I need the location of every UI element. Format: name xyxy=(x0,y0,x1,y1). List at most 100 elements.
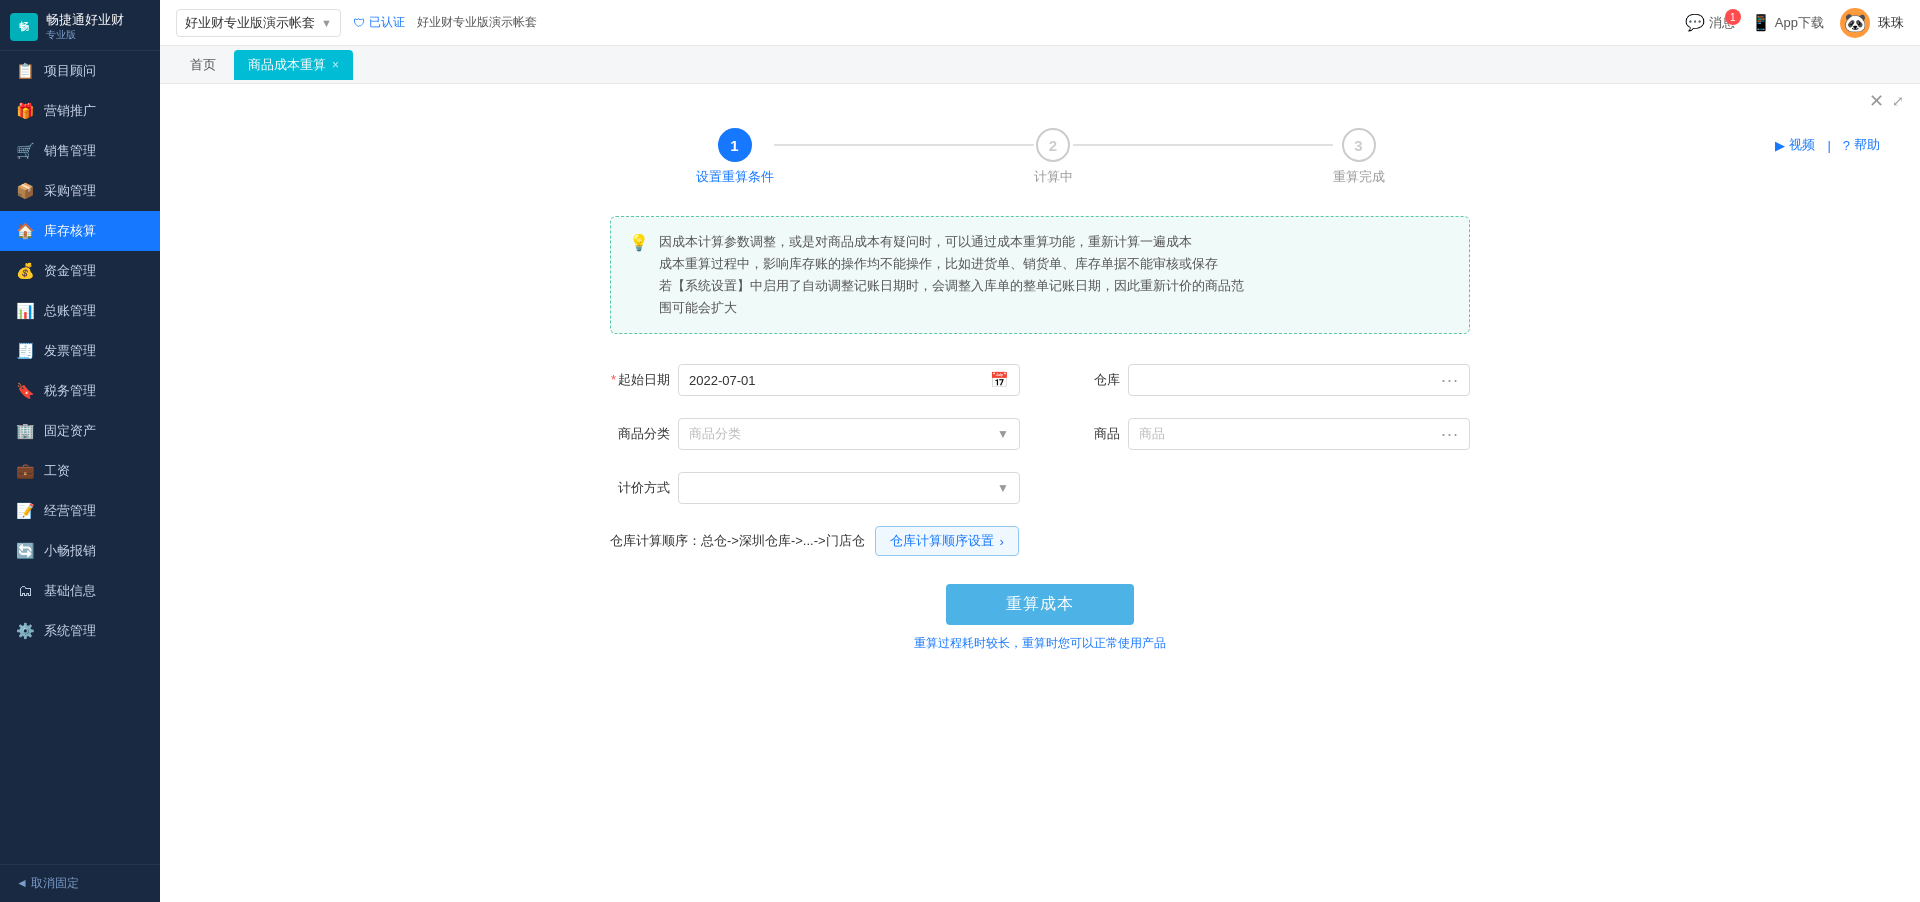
topbar: 好业财专业版演示帐套 ▼ 🛡 已认证 好业财专业版演示帐套 💬 消息 1 📱 A… xyxy=(160,0,1920,46)
sidebar-item-label-basic: 基础信息 xyxy=(44,582,96,600)
category-chevron-icon: ▼ xyxy=(997,427,1009,441)
tab-recalc[interactable]: 商品成本重算 × xyxy=(234,50,353,80)
step-3-label: 重算完成 xyxy=(1333,168,1385,186)
warehouse-dots-icon[interactable]: ··· xyxy=(1441,370,1459,391)
step-2-label: 计算中 xyxy=(1034,168,1073,186)
sidebar-unpin[interactable]: ◄ 取消固定 xyxy=(0,864,160,902)
account-selector[interactable]: 好业财专业版演示帐套 ▼ xyxy=(176,9,341,37)
sidebar-item-capital[interactable]: 💰 资金管理 xyxy=(0,251,160,291)
pricing-field: 计价方式 ▼ xyxy=(610,472,1020,504)
pricing-label: 计价方式 xyxy=(610,479,670,497)
step-1-label: 设置重算条件 xyxy=(696,168,774,186)
goods-label: 商品 xyxy=(1060,425,1120,443)
recalc-button[interactable]: 重算成本 xyxy=(946,584,1134,625)
category-placeholder: 商品分类 xyxy=(689,425,741,443)
sidebar-item-marketing[interactable]: 🎁 营销推广 xyxy=(0,91,160,131)
system-icon: ⚙️ xyxy=(16,622,34,640)
user-name: 珠珠 xyxy=(1878,14,1904,32)
warehouse-order-btn-label: 仓库计算顺序设置 xyxy=(890,532,994,550)
video-label: 视频 xyxy=(1789,136,1815,154)
sidebar-item-tax[interactable]: 🔖 税务管理 xyxy=(0,371,160,411)
account-name-display: 好业财专业版演示帐套 xyxy=(417,14,537,31)
step-1-circle: 1 xyxy=(718,128,752,162)
sidebar-item-assets[interactable]: 🏢 固定资产 xyxy=(0,411,160,451)
sidebar-item-label-ops: 经营管理 xyxy=(44,502,96,520)
sidebar-item-label-system: 系统管理 xyxy=(44,622,96,640)
question-icon: ? xyxy=(1843,138,1850,153)
sidebar-item-inventory[interactable]: 🏠 库存核算 xyxy=(0,211,160,251)
sidebar-item-ledger[interactable]: 📊 总账管理 xyxy=(0,291,160,331)
sidebar-item-invoice[interactable]: 🧾 发票管理 xyxy=(0,331,160,371)
app-download-action[interactable]: 📱 App下载 xyxy=(1751,13,1824,32)
sidebar-nav: 📋 项目顾问 🎁 营销推广 🛒 销售管理 📦 采购管理 🏠 库存核算 💰 资金管… xyxy=(0,51,160,864)
help-link[interactable]: ? 帮助 xyxy=(1843,136,1880,154)
sidebar-item-label-marketing: 营销推广 xyxy=(44,102,96,120)
account-chevron-icon: ▼ xyxy=(321,17,332,29)
form-row-2: 商品分类 商品分类 ▼ 商品 商品 ··· xyxy=(610,418,1470,450)
play-icon: ▶ xyxy=(1775,138,1785,153)
stepper: 1 设置重算条件 2 计算中 3 重算完成 ▶ xyxy=(200,128,1880,186)
tab-home-label: 首页 xyxy=(190,56,216,74)
salary-icon: 💼 xyxy=(16,462,34,480)
tab-home[interactable]: 首页 xyxy=(176,50,230,80)
sidebar-item-label-invoice: 发票管理 xyxy=(44,342,96,360)
warehouse-input[interactable]: ··· xyxy=(1128,364,1470,396)
step-2-circle: 2 xyxy=(1036,128,1070,162)
step-3-circle: 3 xyxy=(1342,128,1376,162)
sidebar-app-title: 畅捷通好业财 xyxy=(46,12,124,28)
account-selector-text: 好业财专业版演示帐套 xyxy=(185,14,315,32)
sidebar-item-label-ledger: 总账管理 xyxy=(44,302,96,320)
unpin-label: ◄ 取消固定 xyxy=(16,875,79,892)
sidebar-item-label-expense: 小畅报销 xyxy=(44,542,96,560)
category-label: 商品分类 xyxy=(610,425,670,443)
bulb-icon: 💡 xyxy=(629,233,649,252)
calendar-icon[interactable]: 📅 xyxy=(990,371,1009,389)
message-action[interactable]: 💬 消息 1 xyxy=(1685,13,1735,32)
sidebar-item-label-tax: 税务管理 xyxy=(44,382,96,400)
help-label: 帮助 xyxy=(1854,136,1880,154)
tax-icon: 🔖 xyxy=(16,382,34,400)
sidebar-item-system[interactable]: ⚙️ 系统管理 xyxy=(0,611,160,651)
message-icon: 💬 xyxy=(1685,13,1705,32)
sidebar-header: 畅 畅捷通好业财 专业版 xyxy=(0,0,160,51)
form-row-1: *起始日期 2022-07-01 📅 仓库 ··· xyxy=(610,364,1470,396)
sidebar-item-label-capital: 资金管理 xyxy=(44,262,96,280)
tabbar: 首页 商品成本重算 × xyxy=(160,46,1920,84)
start-date-field: *起始日期 2022-07-01 📅 xyxy=(610,364,1020,396)
goods-dots-icon[interactable]: ··· xyxy=(1441,424,1459,445)
sidebar-item-purchase[interactable]: 📦 采购管理 xyxy=(0,171,160,211)
sidebar-item-label-sales: 销售管理 xyxy=(44,142,96,160)
sidebar-item-expense[interactable]: 🔄 小畅报销 xyxy=(0,531,160,571)
expand-window-icon[interactable]: ⤢ xyxy=(1892,94,1904,108)
pricing-input[interactable]: ▼ xyxy=(678,472,1020,504)
close-window-icon[interactable]: ✕ xyxy=(1869,92,1884,110)
category-input[interactable]: 商品分类 ▼ xyxy=(678,418,1020,450)
info-line2: 成本重算过程中，影响库存账的操作均不能操作，比如进货单、销货单、库存单据不能审核… xyxy=(659,253,1244,275)
sidebar-item-project[interactable]: 📋 项目顾问 xyxy=(0,51,160,91)
sidebar-item-sales[interactable]: 🛒 销售管理 xyxy=(0,131,160,171)
sales-icon: 🛒 xyxy=(16,142,34,160)
project-icon: 📋 xyxy=(16,62,34,80)
sidebar-item-label-purchase: 采购管理 xyxy=(44,182,96,200)
sidebar-item-ops[interactable]: 📝 经营管理 xyxy=(0,491,160,531)
shield-icon: 🛡 xyxy=(353,16,365,30)
warehouse-order-btn[interactable]: 仓库计算顺序设置 › xyxy=(875,526,1019,556)
sidebar-edition: 专业版 xyxy=(46,28,124,42)
user-profile[interactable]: 🐼 珠珠 xyxy=(1840,8,1904,38)
info-line3: 若【系统设置】中启用了自动调整记账日期时，会调整入库单的整单记账日期，因此重新计… xyxy=(659,275,1244,297)
user-avatar: 🐼 xyxy=(1840,8,1870,38)
tab-close-icon[interactable]: × xyxy=(332,58,339,72)
sidebar-item-basic[interactable]: 🗂 基础信息 xyxy=(0,571,160,611)
message-badge: 1 xyxy=(1725,9,1741,25)
recalc-section: 重算成本 重算过程耗时较长，重算时您可以正常使用产品 xyxy=(610,584,1470,652)
inventory-icon: 🏠 xyxy=(16,222,34,240)
goods-input[interactable]: 商品 ··· xyxy=(1128,418,1470,450)
sidebar-item-label-project: 项目顾问 xyxy=(44,62,96,80)
assets-icon: 🏢 xyxy=(16,422,34,440)
sidebar-logo: 畅 xyxy=(10,13,38,41)
verified-badge: 🛡 已认证 xyxy=(353,14,405,31)
video-link[interactable]: ▶ 视频 xyxy=(1775,136,1815,154)
sidebar-item-salary[interactable]: 💼 工资 xyxy=(0,451,160,491)
content-area: ✕ ⤢ 1 设置重算条件 2 计算中 3 xyxy=(160,84,1920,902)
start-date-input[interactable]: 2022-07-01 📅 xyxy=(678,364,1020,396)
